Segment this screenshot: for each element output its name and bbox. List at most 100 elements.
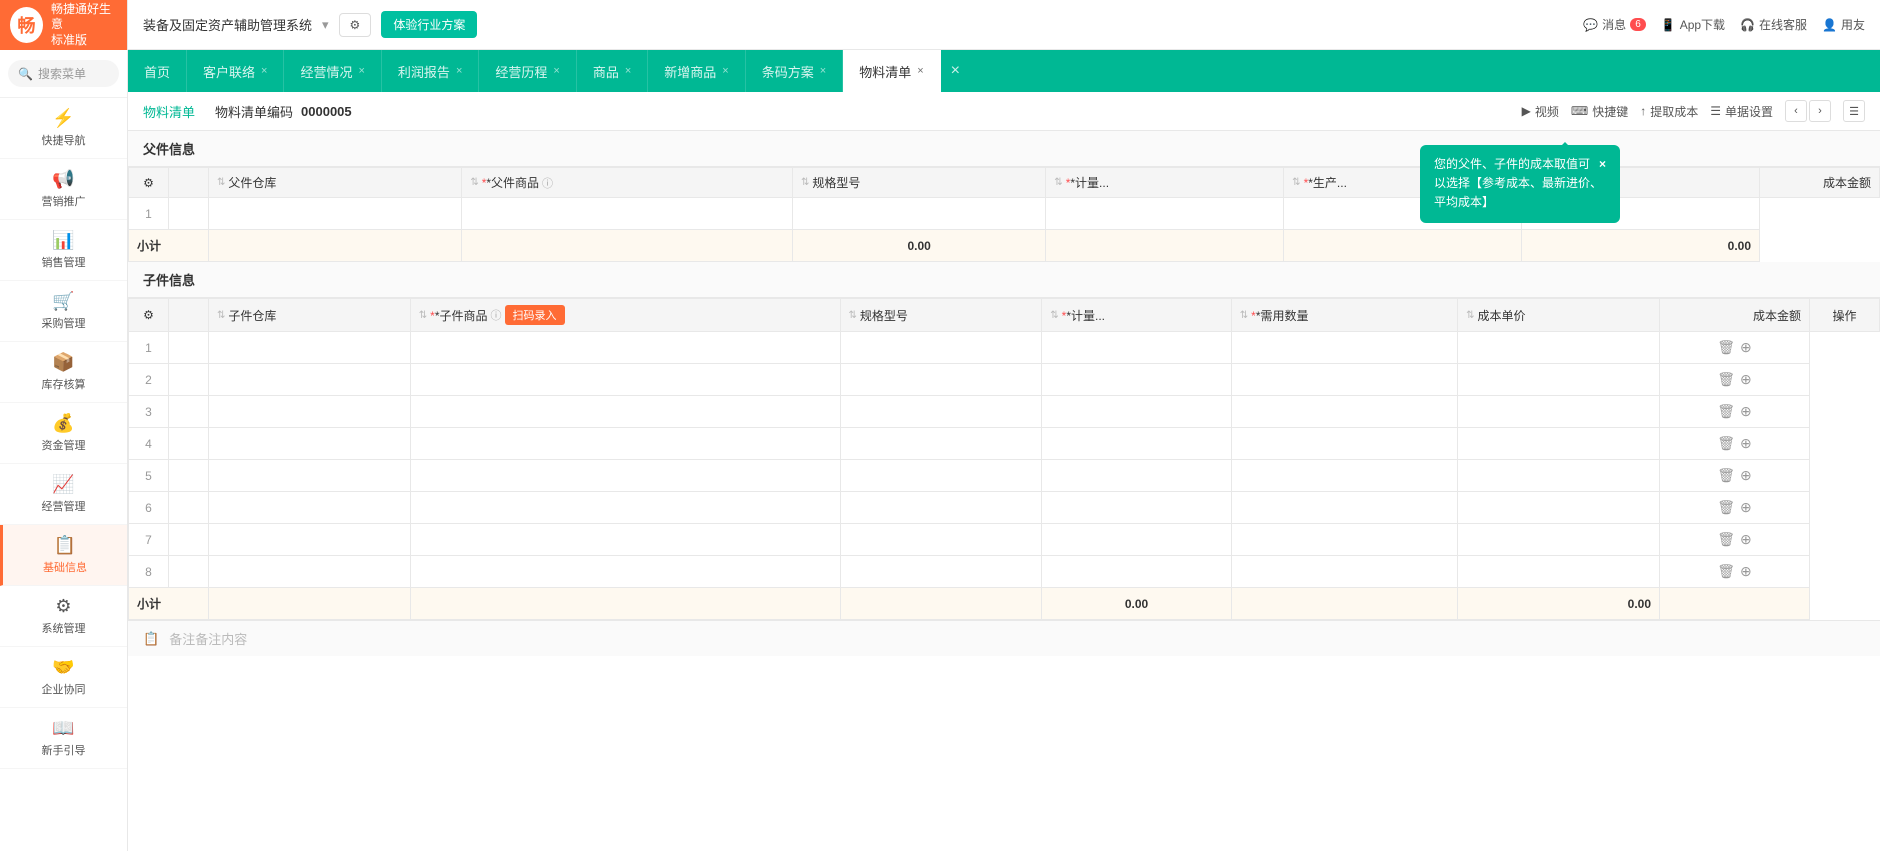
parent-row-produce[interactable] [1046,198,1284,230]
sidebar-item-marketing[interactable]: 📢 营销推广 [0,159,127,220]
child-th-settings[interactable]: ⚙ [129,299,169,332]
tab-customer[interactable]: 客户联络 × [187,50,284,92]
parent-row-spec[interactable] [462,198,793,230]
child-row-unit-5[interactable] [840,492,1042,524]
shortcut-action[interactable]: ⌨ 快捷键 [1571,103,1628,120]
child-row-warehouse-3[interactable] [169,428,209,460]
next-arrow[interactable]: › [1809,100,1831,122]
breadcrumb-bom[interactable]: 物料清单 [143,105,195,120]
copy-icon-5[interactable]: ⊕ [1740,499,1752,516]
child-row-product-2[interactable] [209,396,411,428]
child-row-unit-cost-3[interactable] [1231,428,1457,460]
child-row-warehouse-0[interactable] [169,332,209,364]
child-row-warehouse-2[interactable] [169,396,209,428]
sidebar-item-enterprise[interactable]: 🤝 企业协同 [0,647,127,708]
settings-button[interactable]: ⚙ [339,13,372,37]
child-row-warehouse-7[interactable] [169,556,209,588]
delete-icon-1[interactable]: 🗑 [1717,371,1735,388]
child-row-spec-5[interactable] [410,492,840,524]
delete-icon-5[interactable]: 🗑 [1717,499,1735,516]
tab-close-profit[interactable]: × [456,65,462,77]
parent-row-product[interactable] [209,198,462,230]
copy-icon-1[interactable]: ⊕ [1740,371,1752,388]
child-row-spec-4[interactable] [410,460,840,492]
child-row-unit-0[interactable] [840,332,1042,364]
child-row-warehouse-6[interactable] [169,524,209,556]
child-row-unit-6[interactable] [840,524,1042,556]
child-row-qty-4[interactable] [1042,460,1231,492]
child-row-product-0[interactable] [209,332,411,364]
user-btn[interactable]: 👤 用友 [1822,16,1865,33]
child-row-qty-5[interactable] [1042,492,1231,524]
sidebar-item-finance[interactable]: 💰 资金管理 [0,403,127,464]
tab-goods[interactable]: 商品 × [577,50,648,92]
child-row-product-4[interactable] [209,460,411,492]
tooltip-close-btn[interactable]: × [1599,155,1606,174]
child-row-qty-3[interactable] [1042,428,1231,460]
child-row-qty-2[interactable] [1042,396,1231,428]
child-row-warehouse-4[interactable] [169,460,209,492]
child-row-unit-cost-4[interactable] [1231,460,1457,492]
scan-input-btn[interactable]: 扫码录入 [505,305,565,325]
single-settings-action[interactable]: ☰ 单据设置 [1710,103,1773,120]
tab-operations[interactable]: 经营情况 × [284,50,381,92]
tab-close-goods[interactable]: × [625,65,631,77]
child-row-spec-3[interactable] [410,428,840,460]
child-row-unit-cost-2[interactable] [1231,396,1457,428]
info-icon[interactable]: ⓘ [542,175,553,191]
child-info-icon[interactable]: ⓘ [491,307,502,323]
messages-btn[interactable]: 💬 消息 6 [1583,16,1646,33]
child-row-unit-cost-7[interactable] [1231,556,1457,588]
delete-icon-3[interactable]: 🗑 [1717,435,1735,452]
tab-close-customer[interactable]: × [261,65,267,77]
child-row-warehouse-5[interactable] [169,492,209,524]
sidebar-item-quick-nav[interactable]: ⚡ 快捷导航 [0,98,127,159]
app-download-btn[interactable]: 📱 App下载 [1661,16,1725,33]
copy-icon-3[interactable]: ⊕ [1740,435,1752,452]
child-row-spec-6[interactable] [410,524,840,556]
child-row-qty-7[interactable] [1042,556,1231,588]
child-row-unit-cost-6[interactable] [1231,524,1457,556]
delete-icon-0[interactable]: 🗑 [1717,339,1735,356]
child-row-product-6[interactable] [209,524,411,556]
child-row-spec-2[interactable] [410,396,840,428]
sidebar-item-sales[interactable]: 📊 销售管理 [0,220,127,281]
tab-close-history[interactable]: × [553,65,559,77]
sidebar-item-purchase[interactable]: 🛒 采购管理 [0,281,127,342]
child-row-unit-cost-0[interactable] [1231,332,1457,364]
copy-icon-6[interactable]: ⊕ [1740,531,1752,548]
child-row-spec-0[interactable] [410,332,840,364]
delete-icon-4[interactable]: 🗑 [1717,467,1735,484]
child-row-unit-cost-1[interactable] [1231,364,1457,396]
sidebar-item-guide[interactable]: 📖 新手引导 [0,708,127,769]
child-row-unit-7[interactable] [840,556,1042,588]
tab-close-barcode[interactable]: × [820,65,826,77]
extract-cost-action[interactable]: ↑ 提取成本 [1640,103,1698,120]
search-menu-button[interactable]: 🔍 搜索菜单 [8,60,119,87]
sidebar-item-operations[interactable]: 📈 经营管理 [0,464,127,525]
sidebar-item-inventory[interactable]: 📦 库存核算 [0,342,127,403]
child-row-warehouse-1[interactable] [169,364,209,396]
child-row-spec-1[interactable] [410,364,840,396]
copy-icon-4[interactable]: ⊕ [1740,467,1752,484]
sidebar-item-system[interactable]: ⚙ 系统管理 [0,586,127,647]
child-row-qty-1[interactable] [1042,364,1231,396]
child-row-spec-7[interactable] [410,556,840,588]
tab-close-bom[interactable]: × [917,65,923,77]
tab-close-new-goods[interactable]: × [722,65,728,77]
parent-th-settings[interactable]: ⚙ [129,168,169,198]
tab-bom[interactable]: 物料清单 × [843,50,940,92]
try-btn[interactable]: 体验行业方案 [381,11,477,38]
copy-icon-0[interactable]: ⊕ [1740,339,1752,356]
copy-icon-2[interactable]: ⊕ [1740,403,1752,420]
tab-profit[interactable]: 利润报告 × [382,50,479,92]
child-row-unit-3[interactable] [840,428,1042,460]
list-view-btn[interactable]: ☰ [1843,100,1865,122]
close-all-tabs[interactable]: × [941,62,970,80]
child-row-unit-4[interactable] [840,460,1042,492]
child-row-qty-6[interactable] [1042,524,1231,556]
parent-row-warehouse[interactable] [169,198,209,230]
tab-new-goods[interactable]: 新增商品 × [648,50,745,92]
child-row-product-3[interactable] [209,428,411,460]
child-row-unit-cost-5[interactable] [1231,492,1457,524]
